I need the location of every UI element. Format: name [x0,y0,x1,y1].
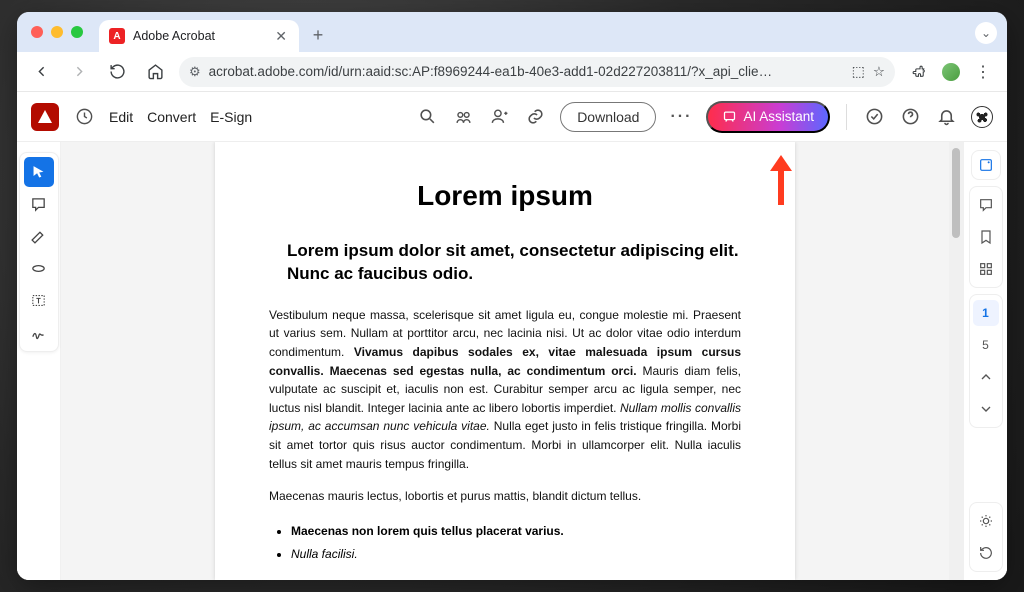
minimize-window-button[interactable] [51,26,63,38]
add-text-tool[interactable] [24,285,54,315]
appearance-icon[interactable] [973,508,999,534]
document-subtitle: Lorem ipsum dolor sit amet, consectetur … [287,240,741,286]
help-icon[interactable] [899,106,921,128]
page-total: 5 [973,332,999,358]
extensions-button[interactable] [905,58,933,86]
browser-window: A Adobe Acrobat ✕ + ⌄ ⚙ acrobat.adobe.co… [17,12,1007,580]
divider [846,104,847,130]
document-page: Lorem ipsum Lorem ipsum dolor sit amet, … [215,142,795,580]
maximize-window-button[interactable] [71,26,83,38]
account-avatar[interactable] [971,106,993,128]
acrobat-logo[interactable] [31,103,59,131]
page-down-button[interactable] [973,396,999,422]
menu-esign[interactable]: E-Sign [210,109,252,125]
document-viewport[interactable]: Lorem ipsum Lorem ipsum dolor sit amet, … [61,142,949,580]
document-list: Maecenas non lorem quis tellus placerat … [291,520,741,566]
document-title: Lorem ipsum [269,180,741,212]
add-person-icon[interactable] [488,106,510,128]
comments-panel-icon[interactable] [973,192,999,218]
ai-panel-icon[interactable] [971,150,1001,180]
notification-icon[interactable] [935,106,957,128]
browser-menu-button[interactable]: ⋮ [969,58,997,86]
ai-assistant-button[interactable]: AI Assistant [706,101,830,133]
right-panel: 1 5 [963,142,1007,580]
download-button[interactable]: Download [560,102,656,132]
recent-icon[interactable] [73,106,95,128]
draw-tool[interactable] [24,253,54,283]
site-settings-icon[interactable]: ⚙ [189,64,201,80]
bookmark-icon[interactable]: ☆ [873,64,885,80]
document-paragraph-2: Maecenas mauris lectus, lobortis et puru… [269,487,741,506]
acrobat-toolbar: Edit Convert E-Sign Download ··· AI Assi… [17,92,1007,142]
sign-tool[interactable] [24,317,54,347]
url-field[interactable]: ⚙ acrobat.adobe.com/id/urn:aaid:sc:AP:f8… [179,57,895,87]
thumbnails-icon[interactable] [973,256,999,282]
acrobat-icon: A [109,28,125,44]
menu-edit[interactable]: Edit [109,109,133,125]
task-status-icon[interactable] [863,106,885,128]
share-icon[interactable] [452,106,474,128]
forward-button[interactable] [65,58,93,86]
close-window-button[interactable] [31,26,43,38]
list-item: Nulla facilisi. [291,543,741,566]
browser-tab[interactable]: A Adobe Acrobat ✕ [99,20,299,52]
new-tab-button[interactable]: + [305,22,331,48]
address-bar: ⚙ acrobat.adobe.com/id/urn:aaid:sc:AP:f8… [17,52,1007,92]
tab-strip: A Adobe Acrobat ✕ + ⌄ [17,12,1007,52]
home-button[interactable] [141,58,169,86]
work-area: Lorem ipsum Lorem ipsum dolor sit amet, … [17,142,1007,580]
scrollbar[interactable] [949,142,963,580]
search-icon[interactable] [416,106,438,128]
reload-button[interactable] [103,58,131,86]
window-controls [31,26,83,38]
list-item: Maecenas non lorem quis tellus placerat … [291,520,741,543]
url-text: acrobat.adobe.com/id/urn:aaid:sc:AP:f896… [209,64,844,79]
page-up-button[interactable] [973,364,999,390]
back-button[interactable] [27,58,55,86]
install-app-icon[interactable]: ⬚ [852,63,865,80]
bookmarks-panel-icon[interactable] [973,224,999,250]
tab-title: Adobe Acrobat [133,29,265,43]
document-paragraph-1: Vestibulum neque massa, scelerisque sit … [269,306,741,473]
menu-convert[interactable]: Convert [147,109,196,125]
page-current[interactable]: 1 [973,300,999,326]
left-tool-panel [17,142,61,580]
tab-overflow-button[interactable]: ⌄ [975,22,997,44]
more-button[interactable]: ··· [670,106,692,128]
scrollbar-thumb[interactable] [952,148,960,238]
rotate-icon[interactable] [973,540,999,566]
highlight-tool[interactable] [24,221,54,251]
comment-tool[interactable] [24,189,54,219]
link-icon[interactable] [524,106,546,128]
select-tool[interactable] [24,157,54,187]
profile-button[interactable] [937,58,965,86]
tab-close-button[interactable]: ✕ [273,28,289,45]
